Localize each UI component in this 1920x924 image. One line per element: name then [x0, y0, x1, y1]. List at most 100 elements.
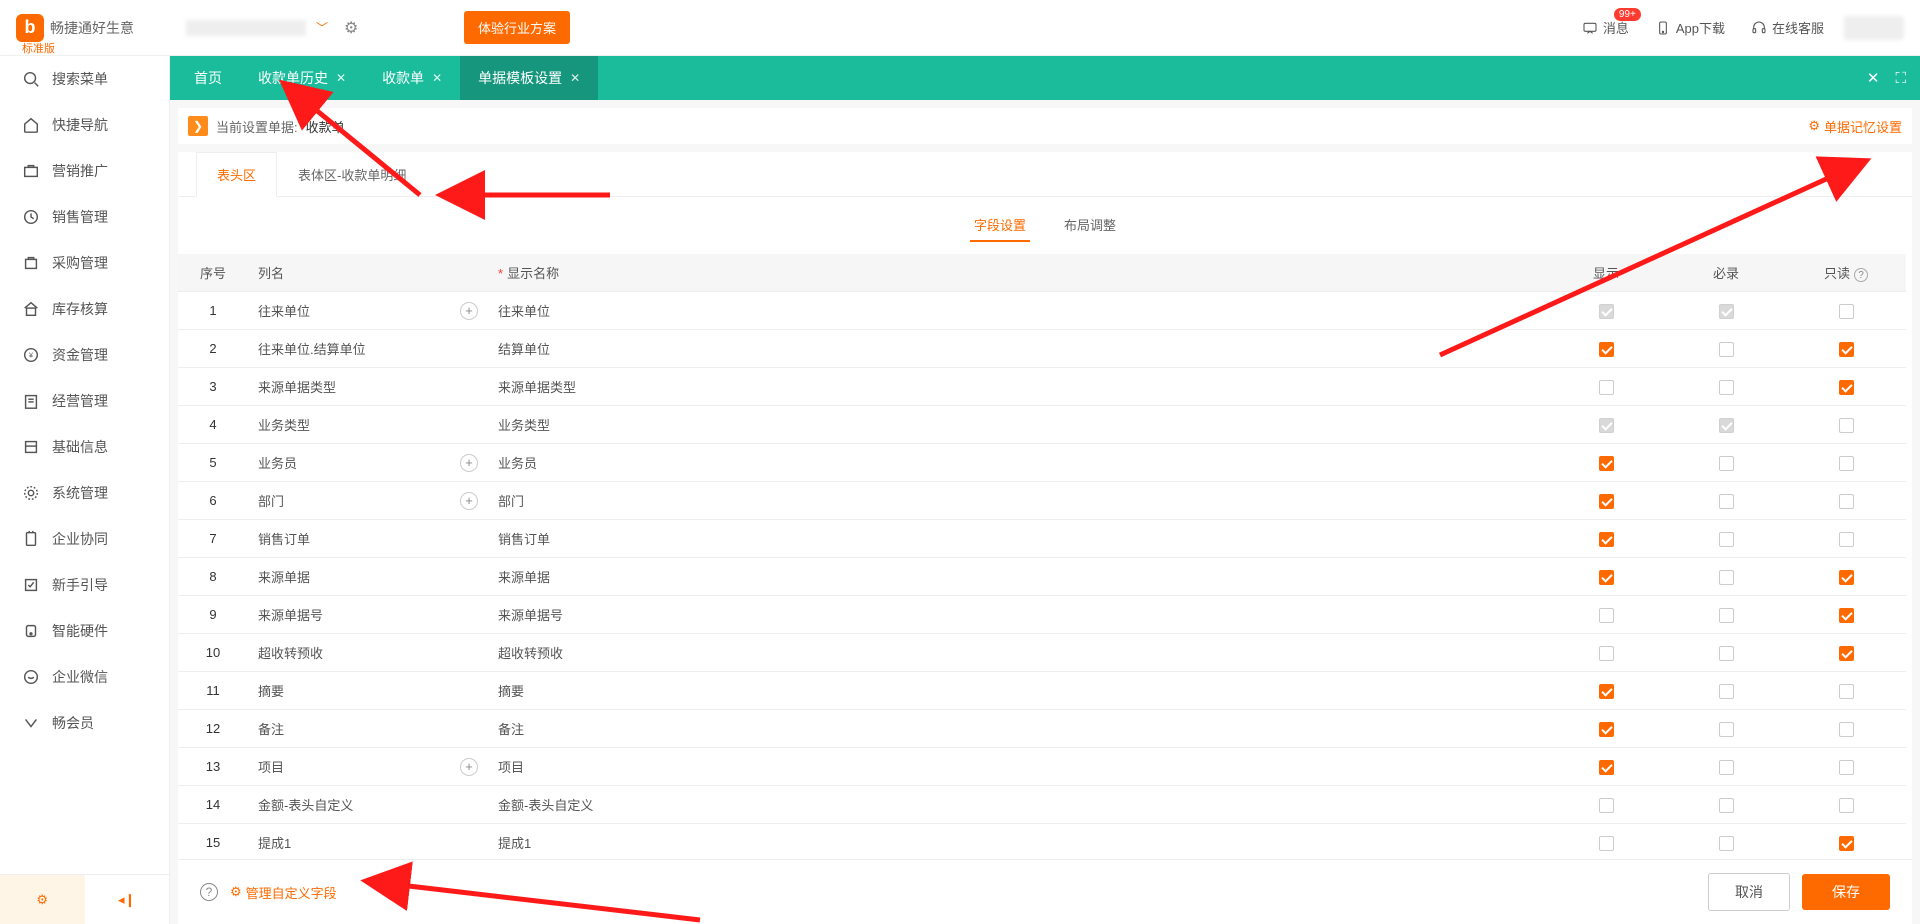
page-tab-2[interactable]: 收款单✕ [364, 56, 460, 100]
area-tab-1[interactable]: 表体区-收款单明细 [277, 152, 427, 197]
sidebar-item-10[interactable]: 企业协同 [0, 516, 169, 562]
checkbox[interactable] [1719, 836, 1734, 851]
settings-icon[interactable]: ⚙ [0, 875, 85, 924]
checkbox[interactable] [1839, 494, 1854, 509]
industry-plan-button[interactable]: 体验行业方案 [464, 11, 570, 44]
sidebar-item-7[interactable]: 经营管理 [0, 378, 169, 424]
row-display[interactable]: 项目 [488, 748, 1546, 786]
add-icon[interactable]: + [460, 454, 478, 472]
checkbox[interactable] [1839, 532, 1854, 547]
add-icon[interactable]: + [460, 302, 478, 320]
checkbox[interactable] [1599, 722, 1614, 737]
checkbox[interactable] [1839, 646, 1854, 661]
checkbox[interactable] [1599, 456, 1614, 471]
sidebar-item-5[interactable]: 库存核算 [0, 286, 169, 332]
checkbox[interactable] [1719, 722, 1734, 737]
checkbox[interactable] [1719, 342, 1734, 357]
checkbox[interactable] [1719, 798, 1734, 813]
page-tab-1[interactable]: 收款单历史✕ [240, 56, 364, 100]
checkbox[interactable] [1719, 608, 1734, 623]
sub-tab-0[interactable]: 字段设置 [970, 209, 1030, 242]
sidebar-item-13[interactable]: 企业微信 [0, 654, 169, 700]
sidebar-item-14[interactable]: 畅会员 [0, 700, 169, 746]
page-tab-3[interactable]: 单据模板设置✕ [460, 56, 598, 100]
sidebar-item-6[interactable]: ¥资金管理 [0, 332, 169, 378]
checkbox[interactable] [1599, 684, 1614, 699]
checkbox[interactable] [1599, 836, 1614, 851]
close-tab-icon[interactable]: ✕ [1867, 69, 1880, 87]
checkbox[interactable] [1599, 570, 1614, 585]
fullscreen-icon[interactable]: ⛶ [1895, 70, 1906, 87]
row-display[interactable]: 销售订单 [488, 520, 1546, 558]
checkbox[interactable] [1839, 304, 1854, 319]
checkbox[interactable] [1599, 760, 1614, 775]
row-display[interactable]: 来源单据 [488, 558, 1546, 596]
sidebar-item-8[interactable]: 基础信息 [0, 424, 169, 470]
collapse-sidebar-icon[interactable]: ◂❙ [85, 875, 170, 924]
row-display[interactable]: 来源单据号 [488, 596, 1546, 634]
checkbox[interactable] [1719, 380, 1734, 395]
sidebar-item-2[interactable]: 营销推广 [0, 148, 169, 194]
cancel-button[interactable]: 取消 [1708, 873, 1790, 911]
app-download-link[interactable]: App下载 [1655, 18, 1725, 37]
checkbox[interactable] [1839, 342, 1854, 357]
checkbox[interactable] [1839, 836, 1854, 851]
checkbox[interactable] [1839, 760, 1854, 775]
row-display[interactable]: 金额-表头自定义 [488, 786, 1546, 824]
row-display[interactable]: 往来单位 [488, 292, 1546, 330]
row-display[interactable]: 业务类型 [488, 406, 1546, 444]
checkbox[interactable] [1719, 646, 1734, 661]
checkbox[interactable] [1599, 608, 1614, 623]
sidebar-item-9[interactable]: 系统管理 [0, 470, 169, 516]
help-icon[interactable]: ? [200, 883, 218, 901]
checkbox[interactable] [1839, 608, 1854, 623]
manage-custom-fields-link[interactable]: ⚙ 管理自定义字段 [230, 883, 337, 902]
row-display[interactable]: 摘要 [488, 672, 1546, 710]
add-icon[interactable]: + [460, 758, 478, 776]
row-display[interactable]: 部门 [488, 482, 1546, 520]
area-tab-0[interactable]: 表头区 [196, 152, 277, 197]
memory-settings-link[interactable]: ⚙ 单据记忆设置 [1808, 117, 1902, 136]
checkbox[interactable] [1839, 570, 1854, 585]
sidebar-item-11[interactable]: 新手引导 [0, 562, 169, 608]
support-link[interactable]: 在线客服 [1751, 18, 1824, 37]
row-display[interactable]: 业务员 [488, 444, 1546, 482]
checkbox[interactable] [1839, 722, 1854, 737]
checkbox[interactable] [1599, 646, 1614, 661]
checkbox[interactable] [1599, 494, 1614, 509]
row-display[interactable]: 结算单位 [488, 330, 1546, 368]
row-display[interactable]: 提成1 [488, 824, 1546, 860]
sidebar-item-4[interactable]: 采购管理 [0, 240, 169, 286]
sidebar-item-1[interactable]: 快捷导航 [0, 102, 169, 148]
row-display[interactable]: 来源单据类型 [488, 368, 1546, 406]
checkbox[interactable] [1599, 342, 1614, 357]
checkbox[interactable] [1839, 418, 1854, 433]
checkbox[interactable] [1839, 798, 1854, 813]
checkbox[interactable] [1839, 684, 1854, 699]
user-avatar[interactable] [1844, 16, 1904, 40]
save-button[interactable]: 保存 [1802, 874, 1890, 910]
checkbox[interactable] [1599, 798, 1614, 813]
checkbox[interactable] [1719, 532, 1734, 547]
expand-button[interactable]: ❯ [188, 116, 208, 136]
row-display[interactable]: 备注 [488, 710, 1546, 748]
page-tab-0[interactable]: 首页 [176, 56, 240, 100]
checkbox[interactable] [1719, 456, 1734, 471]
close-icon[interactable]: ✕ [570, 71, 580, 85]
sidebar-item-3[interactable]: 销售管理 [0, 194, 169, 240]
add-icon[interactable]: + [460, 492, 478, 510]
checkbox[interactable] [1839, 456, 1854, 471]
checkbox[interactable] [1719, 684, 1734, 699]
checkbox[interactable] [1599, 532, 1614, 547]
org-selector[interactable]: ﹀ ⚙ [186, 18, 446, 38]
sub-tab-1[interactable]: 布局调整 [1060, 209, 1120, 242]
checkbox[interactable] [1599, 380, 1614, 395]
checkbox[interactable] [1839, 380, 1854, 395]
checkbox[interactable] [1719, 494, 1734, 509]
row-display[interactable]: 超收转预收 [488, 634, 1546, 672]
sidebar-item-12[interactable]: 智能硬件 [0, 608, 169, 654]
messages-link[interactable]: 消息 99+ [1582, 18, 1629, 37]
sidebar-item-0[interactable]: 搜索菜单 [0, 56, 169, 102]
close-icon[interactable]: ✕ [432, 71, 442, 85]
close-icon[interactable]: ✕ [336, 71, 346, 85]
